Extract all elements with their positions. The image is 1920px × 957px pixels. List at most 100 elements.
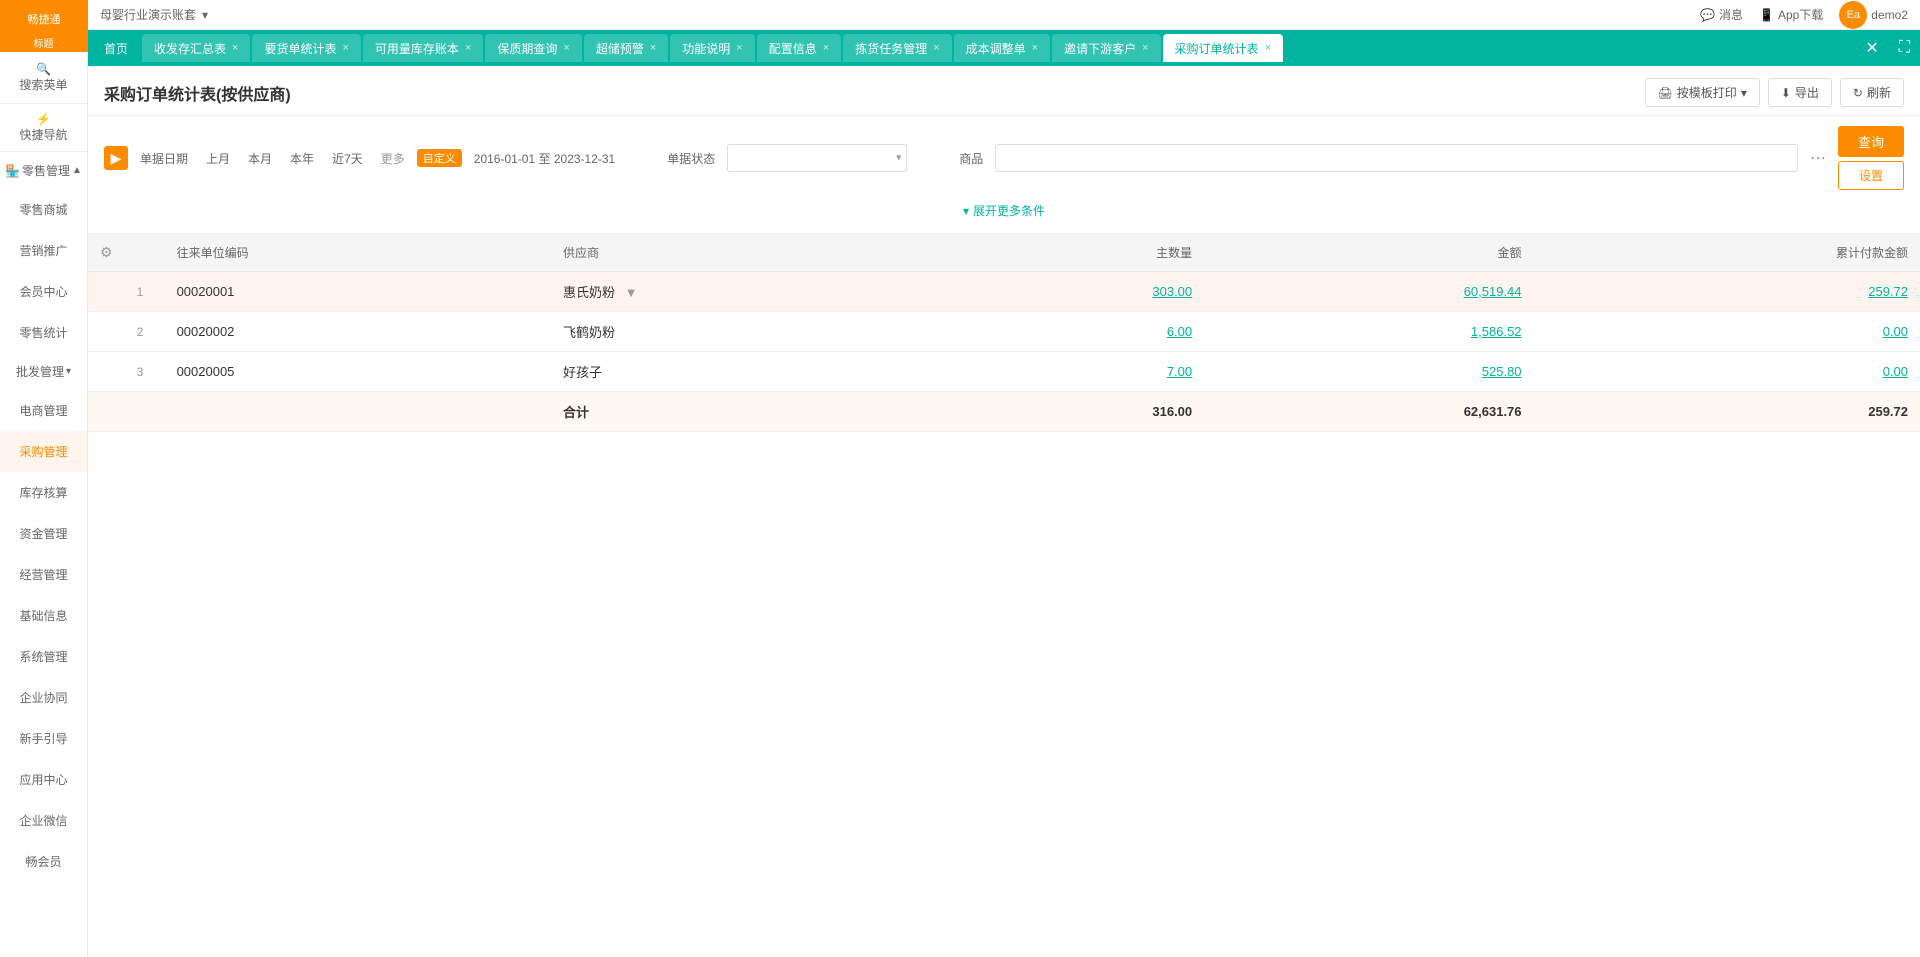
print-button[interactable]: 🖨 按模板打印 ▾ bbox=[1645, 78, 1760, 107]
table-body: 1 00020001 惠氏奶粉 ▼ 303.00 60,519.44 bbox=[88, 272, 1920, 392]
shortcut-this-month[interactable]: 本月 bbox=[242, 148, 278, 169]
sidebar-item-enterprise[interactable]: 企业协同 bbox=[0, 677, 87, 718]
sidebar-item-quick-nav[interactable]: ⚡ 快捷导航 bbox=[0, 104, 87, 152]
workspace-name: 母婴行业演示账套 bbox=[100, 6, 196, 23]
sidebar-item-retail-mall[interactable]: 零售商城 bbox=[0, 189, 87, 230]
user-profile[interactable]: Ea demo2 bbox=[1839, 1, 1908, 29]
expand-more-button[interactable]: ▾ 展开更多条件 bbox=[104, 198, 1904, 223]
sidebar-item-purchase[interactable]: 采购管理 bbox=[0, 431, 87, 472]
col-main-qty: 主数量 bbox=[948, 234, 1205, 272]
sidebar-item-appstore[interactable]: 应用中心 bbox=[0, 759, 87, 800]
search-icon: 🔍 bbox=[0, 62, 87, 76]
row-actions bbox=[88, 272, 125, 312]
sidebar-item-ecommerce[interactable]: 电商管理 bbox=[0, 390, 87, 431]
workspace-arrow-icon: ▾ bbox=[202, 8, 208, 22]
tab-receive-summary[interactable]: 收发存汇总表 × bbox=[142, 34, 250, 62]
workspace-selector[interactable]: 母婴行业演示账套 ▾ bbox=[100, 6, 208, 23]
tab-close-icon[interactable]: × bbox=[1032, 42, 1038, 54]
sidebar-item-marketing[interactable]: 营销推广 bbox=[0, 230, 87, 271]
row-main-qty: 6.00 bbox=[948, 312, 1205, 352]
tab-close-icon[interactable]: × bbox=[650, 42, 656, 54]
tab-close-all-button[interactable]: ✕ bbox=[1859, 36, 1884, 60]
tab-picking-task[interactable]: 拣货任务管理 × bbox=[843, 34, 951, 62]
paid-amount-link[interactable]: 0.00 bbox=[1883, 364, 1908, 379]
sidebar-item-retail[interactable]: 🏪 零售管理 ▲ bbox=[0, 152, 87, 189]
sidebar-item-basic[interactable]: 基础信息 bbox=[0, 595, 87, 636]
tab-inventory-ledger[interactable]: 可用量库存账本 × bbox=[363, 34, 483, 62]
status-select[interactable] bbox=[727, 144, 907, 172]
tab-purchase-stats[interactable]: 要货单统计表 × bbox=[252, 34, 360, 62]
sidebar-item-wechat[interactable]: 企业微信 bbox=[0, 800, 87, 841]
table-section: ⚙ 往来单位编码 供应商 主数量 金额 累计付款金额 1 00020001 bbox=[88, 234, 1920, 957]
sidebar-logo[interactable]: 畅捷通 标题 bbox=[0, 0, 88, 52]
tab-maximize-button[interactable]: ⛶ bbox=[1893, 37, 1916, 59]
goods-more-icon[interactable]: ⋯ bbox=[1810, 148, 1826, 168]
tab-home[interactable]: 首页 bbox=[92, 34, 140, 62]
expand-row-icon[interactable]: ▼ bbox=[625, 285, 638, 300]
shortcut-last-month[interactable]: 上月 bbox=[200, 148, 236, 169]
row-supplier-code: 00020001 bbox=[165, 272, 551, 312]
sidebar-item-wholesale[interactable]: 批发管理 ▾ bbox=[0, 353, 87, 390]
tab-close-icon[interactable]: × bbox=[933, 42, 939, 54]
sidebar-item-inventory[interactable]: 库存核算 bbox=[0, 472, 87, 513]
table-row[interactable]: 3 00020005 好孩子 7.00 525.80 0.00 bbox=[88, 352, 1920, 392]
row-supplier-code: 00020002 bbox=[165, 312, 551, 352]
amount-link[interactable]: 525.80 bbox=[1482, 364, 1522, 379]
footer-empty-3 bbox=[165, 392, 551, 432]
tab-config-info[interactable]: 配置信息 × bbox=[757, 34, 841, 62]
col-supplier-code: 往来单位编码 bbox=[165, 234, 551, 272]
tab-close-icon[interactable]: × bbox=[1142, 42, 1148, 54]
settings-button[interactable]: 设置 bbox=[1838, 161, 1904, 190]
top-workspace-bar: 母婴行业演示账套 ▾ 💬 消息 📱 App下载 Ea demo2 bbox=[88, 0, 1920, 30]
column-settings-icon[interactable]: ⚙ bbox=[100, 244, 113, 260]
tab-close-icon[interactable]: × bbox=[342, 42, 348, 54]
query-button[interactable]: 查询 bbox=[1838, 126, 1904, 157]
table-row[interactable]: 1 00020001 惠氏奶粉 ▼ 303.00 60,519.44 bbox=[88, 272, 1920, 312]
sidebar-item-vip[interactable]: 畅会员 bbox=[0, 841, 87, 882]
main-qty-link[interactable]: 6.00 bbox=[1167, 324, 1192, 339]
amount-link[interactable]: 1,586.52 bbox=[1471, 324, 1522, 339]
sidebar-item-member[interactable]: 会员中心 bbox=[0, 271, 87, 312]
table-header: ⚙ 往来单位编码 供应商 主数量 金额 累计付款金额 bbox=[88, 234, 1920, 272]
footer-empty-1 bbox=[88, 392, 125, 432]
tab-close-icon[interactable]: × bbox=[1265, 42, 1271, 54]
tab-close-icon[interactable]: × bbox=[736, 42, 742, 54]
sidebar-item-finance[interactable]: 资金管理 bbox=[0, 513, 87, 554]
custom-date-badge[interactable]: 自定义 bbox=[417, 149, 462, 167]
tab-close-icon[interactable]: × bbox=[823, 42, 829, 54]
shortcut-this-year[interactable]: 本年 bbox=[284, 148, 320, 169]
data-table: ⚙ 往来单位编码 供应商 主数量 金额 累计付款金额 1 00020001 bbox=[88, 234, 1920, 432]
export-button[interactable]: ⬇ 导出 bbox=[1768, 78, 1832, 107]
amount-link[interactable]: 60,519.44 bbox=[1464, 284, 1522, 299]
tab-cost-adjust[interactable]: 成本调整单 × bbox=[954, 34, 1050, 62]
main-qty-link[interactable]: 303.00 bbox=[1152, 284, 1192, 299]
tab-overstock-warning[interactable]: 超储预警 × bbox=[584, 34, 668, 62]
main-qty-link[interactable]: 7.00 bbox=[1167, 364, 1192, 379]
sidebar-item-retail-stat[interactable]: 零售统计 bbox=[0, 312, 87, 353]
paid-amount-link[interactable]: 259.72 bbox=[1868, 284, 1908, 299]
tab-close-icon[interactable]: × bbox=[232, 42, 238, 54]
sidebar-item-newbie[interactable]: 新手引导 bbox=[0, 718, 87, 759]
app-download-button[interactable]: 📱 App下载 bbox=[1759, 6, 1823, 23]
sidebar-item-search[interactable]: 🔍 搜索英单 bbox=[0, 52, 87, 104]
footer-label: 合计 bbox=[551, 392, 948, 432]
row-supplier-name: 惠氏奶粉 ▼ bbox=[551, 272, 948, 312]
paid-amount-link[interactable]: 0.00 bbox=[1883, 324, 1908, 339]
filter-toggle-button[interactable]: ▶ bbox=[104, 146, 128, 170]
status-select-wrapper bbox=[727, 144, 907, 172]
sidebar: 畅捷通 标题 🔍 搜索英单 ⚡ 快捷导航 🏪 零售管理 ▲ 零售商城 营销推广 … bbox=[0, 0, 88, 957]
shortcut-7days[interactable]: 近7天 bbox=[326, 148, 369, 169]
sidebar-item-operations[interactable]: 经营管理 bbox=[0, 554, 87, 595]
tab-expiry-query[interactable]: 保质期查询 × bbox=[485, 34, 581, 62]
shortcut-more[interactable]: 更多 bbox=[375, 148, 411, 169]
tab-close-icon[interactable]: × bbox=[563, 42, 569, 54]
refresh-button[interactable]: ↻ 刷新 bbox=[1840, 78, 1904, 107]
tab-invite-downstream[interactable]: 邀请下游客户 × bbox=[1052, 34, 1160, 62]
tab-function-desc[interactable]: 功能说明 × bbox=[670, 34, 754, 62]
sidebar-item-system[interactable]: 系统管理 bbox=[0, 636, 87, 677]
table-row[interactable]: 2 00020002 飞鹤奶粉 6.00 1,586.52 0.00 bbox=[88, 312, 1920, 352]
tab-purchase-order-stats[interactable]: 采购订单统计表 × bbox=[1163, 34, 1283, 62]
goods-input[interactable] bbox=[995, 144, 1798, 172]
tab-close-icon[interactable]: × bbox=[465, 42, 471, 54]
message-button[interactable]: 💬 消息 bbox=[1700, 6, 1743, 23]
